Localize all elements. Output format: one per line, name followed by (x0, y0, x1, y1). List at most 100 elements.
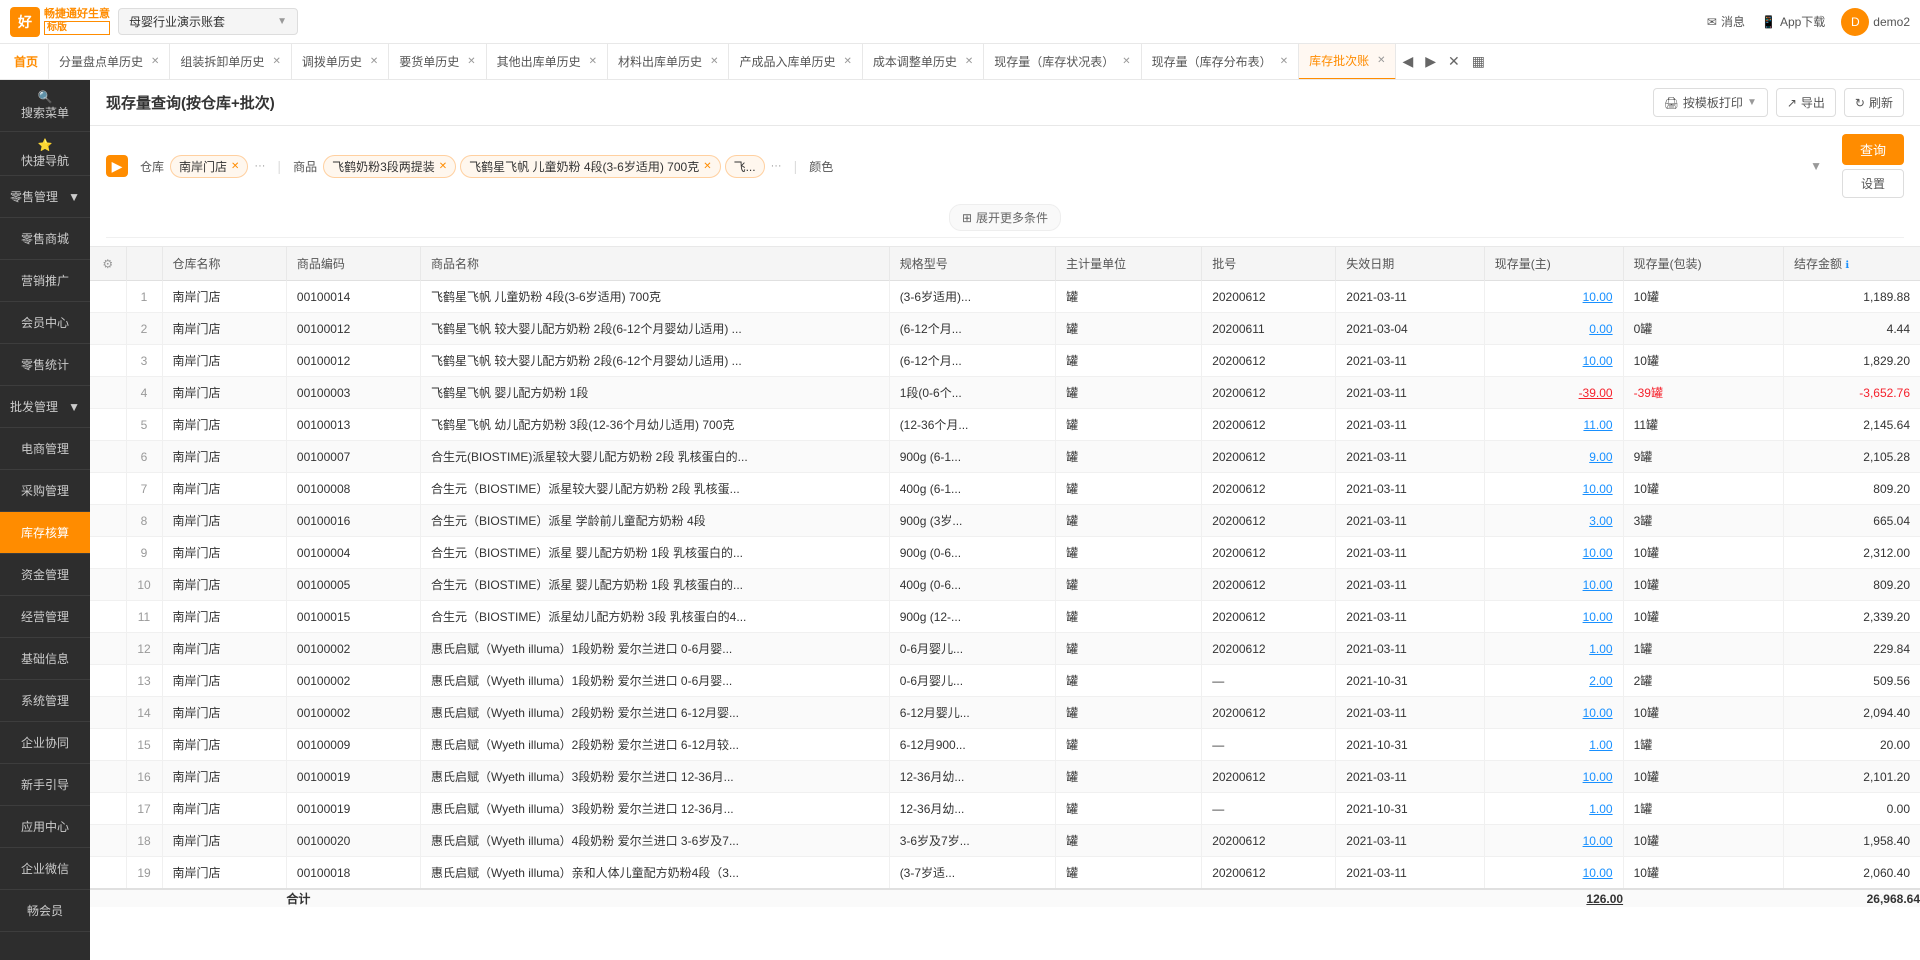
sidebar-item-retail[interactable]: 零售管理 ▼ (0, 176, 90, 218)
td-stock-main[interactable]: 1.00 (1484, 633, 1623, 665)
tab-cai-liao-chu-close[interactable]: ✕ (710, 56, 718, 67)
settings-btn[interactable]: 设置 (1842, 169, 1904, 198)
sidebar-quick-nav[interactable]: ⭐ 快捷导航 (0, 132, 90, 176)
tab-chan-pin-ru[interactable]: 产成品入库单历史 ✕ (729, 44, 862, 80)
sidebar-item-basic[interactable]: 基础信息 (0, 638, 90, 680)
filter-product-tag-0-close[interactable]: ✕ (439, 161, 447, 172)
td-stock-main[interactable]: 1.00 (1484, 729, 1623, 761)
tab-cheng-ben[interactable]: 成本调整单历史 ✕ (863, 44, 984, 80)
tab-xian-cun-fen-close[interactable]: ✕ (1280, 56, 1288, 67)
td-stock-main[interactable]: 1.00 (1484, 793, 1623, 825)
sidebar-item-retail-stats[interactable]: 零售统计 (0, 344, 90, 386)
th-stock-main: 现存量(主) (1484, 247, 1623, 281)
tab-qi-ta-chu-label: 其他出库单历史 (497, 53, 581, 70)
sidebar-item-ecom[interactable]: 电商管理 (0, 428, 90, 470)
filter-divider-2: | (794, 158, 798, 174)
td-stock-main[interactable]: -39.00 (1484, 377, 1623, 409)
tab-zu-chai[interactable]: 组装拆卸单历史 ✕ (170, 44, 291, 80)
tab-qi-ta-chu[interactable]: 其他出库单历史 ✕ (487, 44, 608, 80)
sidebar-item-guide[interactable]: 新手引导 (0, 764, 90, 806)
filter-expand-btn[interactable]: ▶ (106, 155, 128, 177)
tab-cai-liao-chu[interactable]: 材料出库单历史 ✕ (608, 44, 729, 80)
sidebar-search[interactable]: 🔍 搜索菜单 (0, 80, 90, 132)
td-stock-main[interactable]: 10.00 (1484, 825, 1623, 857)
sidebar-item-retail-shop[interactable]: 零售商城 (0, 218, 90, 260)
tab-home[interactable]: 首页 (4, 44, 49, 80)
tab-diao-bo-close[interactable]: ✕ (370, 56, 378, 67)
tab-cheng-ben-close[interactable]: ✕ (965, 56, 973, 67)
workspace-selector[interactable]: 母婴行业演示账套 ▼ (118, 8, 298, 35)
tab-nav-next[interactable]: ▶ (1419, 53, 1442, 70)
td-stock-main[interactable]: 10.00 (1484, 281, 1623, 313)
refresh-btn[interactable]: ↻ 刷新 (1844, 88, 1904, 117)
sidebar-item-marketing[interactable]: 营销推广 (0, 260, 90, 302)
filter-product-tag-0[interactable]: 飞鹤奶粉3段两提装 ✕ (323, 155, 456, 178)
tab-chan-pin-ru-close[interactable]: ✕ (843, 56, 851, 67)
tab-diao-bo[interactable]: 调拨单历史 ✕ (292, 44, 389, 80)
td-stock-main[interactable]: 0.00 (1484, 313, 1623, 345)
sidebar-item-purchase[interactable]: 采购管理 (0, 470, 90, 512)
user-area[interactable]: D demo2 (1841, 8, 1910, 36)
tab-yao-huo[interactable]: 要货单历史 ✕ (389, 44, 486, 80)
print-btn[interactable]: 🖨 按模板打印 ▼ (1653, 88, 1768, 117)
tab-xian-cun-ku-cun-close[interactable]: ✕ (1122, 56, 1130, 67)
td-stock-main[interactable]: 10.00 (1484, 697, 1623, 729)
td-settings (90, 537, 126, 569)
tab-nav-menu[interactable]: ▦ (1466, 53, 1491, 70)
sidebar-item-batch-mgmt[interactable]: 批发管理 ▼ (0, 386, 90, 428)
th-balance: 结存金额 ℹ (1784, 247, 1920, 281)
tab-fen-pan[interactable]: 分量盘点单历史 ✕ (49, 44, 170, 80)
td-stock-pkg: 1罐 (1623, 793, 1783, 825)
th-settings[interactable]: ⚙ (90, 247, 126, 281)
sidebar-item-system[interactable]: 系统管理 (0, 680, 90, 722)
settings-icon[interactable]: ⚙ (102, 257, 113, 271)
export-btn[interactable]: ↗ 导出 (1776, 88, 1836, 117)
app-download-btn[interactable]: 📱 App下载 (1761, 13, 1825, 30)
td-stock-main[interactable]: 10.00 (1484, 857, 1623, 890)
tab-nav-prev[interactable]: ◀ (1396, 53, 1419, 70)
td-stock-main[interactable]: 10.00 (1484, 569, 1623, 601)
filter-product-tag-1[interactable]: 飞鹤星飞帆 儿童奶粉 4段(3-6岁适用) 700克 ✕ (460, 155, 720, 178)
filter-product-tag-2[interactable]: 飞... (725, 155, 765, 178)
td-stock-main[interactable]: 10.00 (1484, 537, 1623, 569)
tab-qi-ta-chu-close[interactable]: ✕ (589, 56, 597, 67)
expand-more-btn[interactable]: ⊞ 展开更多条件 (949, 204, 1061, 231)
tab-zu-chai-close[interactable]: ✕ (272, 56, 280, 67)
td-stock-main[interactable]: 10.00 (1484, 761, 1623, 793)
td-stock-main[interactable]: 10.00 (1484, 601, 1623, 633)
td-stock-main[interactable]: 10.00 (1484, 345, 1623, 377)
td-unit: 罐 (1056, 697, 1202, 729)
sidebar-item-member[interactable]: 会员中心 (0, 302, 90, 344)
td-stock-main[interactable]: 11.00 (1484, 409, 1623, 441)
sidebar-item-member2[interactable]: 畅会员 (0, 890, 90, 932)
tab-yao-huo-close[interactable]: ✕ (467, 56, 475, 67)
sidebar-item-corp-wechat[interactable]: 企业微信 (0, 848, 90, 890)
tab-cai-liao-chu-label: 材料出库单历史 (618, 53, 702, 70)
sidebar-item-collab[interactable]: 企业协同 (0, 722, 90, 764)
td-stock-main[interactable]: 10.00 (1484, 473, 1623, 505)
filter-warehouse-tag-0-close[interactable]: ✕ (231, 161, 239, 172)
filter-product-tag-1-close[interactable]: ✕ (703, 161, 711, 172)
tab-ku-cun-pi-close[interactable]: ✕ (1377, 55, 1385, 66)
filter-warehouse-tag-0[interactable]: 南岸门店 ✕ (170, 155, 248, 178)
td-expire: 2021-03-11 (1336, 281, 1485, 313)
filter-warehouse-more[interactable]: ··· (254, 160, 265, 172)
message-label: 消息 (1721, 13, 1745, 30)
td-stock-main[interactable]: 3.00 (1484, 505, 1623, 537)
td-stock-main[interactable]: 2.00 (1484, 665, 1623, 697)
query-btn[interactable]: 查询 (1842, 134, 1904, 165)
td-expire: 2021-10-31 (1336, 729, 1485, 761)
td-stock-main[interactable]: 9.00 (1484, 441, 1623, 473)
tab-nav-close[interactable]: ✕ (1442, 53, 1466, 70)
tab-fen-pan-close[interactable]: ✕ (151, 56, 159, 67)
message-btn[interactable]: ✉ 消息 (1707, 13, 1745, 30)
tab-yao-huo-label: 要货单历史 (399, 53, 459, 70)
tab-xian-cun-fen[interactable]: 现存量（库存分布表） ✕ (1142, 44, 1299, 80)
sidebar-item-apps[interactable]: 应用中心 (0, 806, 90, 848)
filter-product-more[interactable]: ··· (771, 160, 782, 172)
sidebar-item-inventory[interactable]: 库存核算 (0, 512, 90, 554)
sidebar-item-ops[interactable]: 经营管理 (0, 596, 90, 638)
tab-xian-cun-ku-cun[interactable]: 现存量（库存状况表） ✕ (984, 44, 1141, 80)
sidebar-item-finance[interactable]: 资金管理 (0, 554, 90, 596)
tab-ku-cun-pi[interactable]: 库存批次账 ✕ (1299, 44, 1396, 80)
